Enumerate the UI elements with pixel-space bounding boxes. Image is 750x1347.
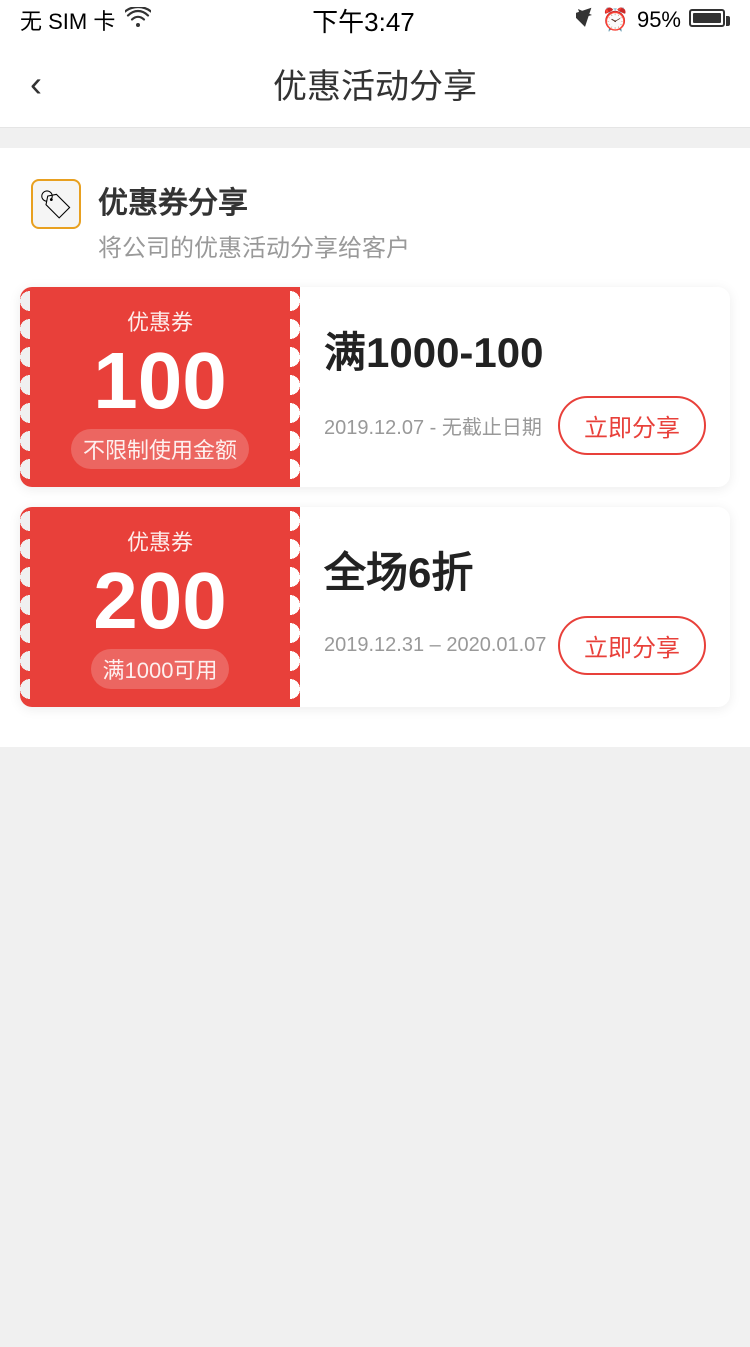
battery-icon: [689, 7, 730, 33]
nav-bar: ‹ 优惠活动分享: [0, 40, 750, 128]
coupon-value-2: 200: [93, 561, 226, 641]
coupon-condition-1: 不限制使用金额: [71, 429, 249, 469]
status-right: ⏰ 95%: [576, 7, 730, 33]
separator-top: [0, 128, 750, 148]
section-text: 优惠券分享 将公司的优惠活动分享给客户: [98, 178, 410, 263]
coupon-left-2: 优惠券 200 满1000可用: [20, 507, 300, 707]
back-button[interactable]: ‹: [30, 63, 42, 105]
coupon-icon: 🏷: [31, 179, 81, 229]
share-button-2[interactable]: 立即分享: [558, 616, 706, 675]
empty-area: [0, 747, 750, 1347]
coupon-label-2: 优惠券: [127, 525, 193, 557]
nav-title: 优惠活动分享: [273, 59, 477, 108]
coupon-card-2: 优惠券 200 满1000可用 全场6折 2019.12.31 – 2020.0…: [20, 507, 730, 707]
section-subtitle: 将公司的优惠活动分享给客户: [98, 228, 410, 263]
section-icon-wrapper: 🏷: [30, 178, 82, 230]
status-time: 下午3:47: [312, 2, 415, 39]
coupon-date-1: 2019.12.07 - 无截止日期: [324, 411, 542, 440]
status-left: 无 SIM 卡: [20, 4, 151, 36]
coupon-date-2: 2019.12.31 – 2020.01.07: [324, 634, 546, 657]
coupon-list: 优惠券 100 不限制使用金额 满1000-100 2019.12.07 - 无…: [0, 287, 750, 747]
coupon-name-1: 满1000-100: [324, 319, 706, 380]
coupon-label-1: 优惠券: [127, 305, 193, 337]
battery-percent: 95%: [637, 7, 681, 33]
section-title: 优惠券分享: [98, 178, 410, 222]
coupon-meta-2: 2019.12.31 – 2020.01.07 立即分享: [324, 616, 706, 675]
coupon-right-1: 满1000-100 2019.12.07 - 无截止日期 立即分享: [300, 287, 730, 487]
alarm-icon: ⏰: [602, 7, 629, 33]
coupon-value-1: 100: [93, 341, 226, 421]
carrier-text: 无 SIM 卡: [20, 4, 115, 36]
wifi-icon: [125, 7, 151, 33]
section-header: 🏷 优惠券分享 将公司的优惠活动分享给客户: [0, 148, 750, 287]
share-button-1[interactable]: 立即分享: [558, 396, 706, 455]
status-bar: 无 SIM 卡 下午3:47 ⏰ 95%: [0, 0, 750, 40]
coupon-left-1: 优惠券 100 不限制使用金额: [20, 287, 300, 487]
coupon-name-2: 全场6折: [324, 539, 706, 600]
location-icon: [576, 7, 594, 33]
coupon-meta-1: 2019.12.07 - 无截止日期 立即分享: [324, 396, 706, 455]
coupon-condition-2: 满1000可用: [91, 649, 230, 689]
coupon-right-2: 全场6折 2019.12.31 – 2020.01.07 立即分享: [300, 507, 730, 707]
coupon-card-1: 优惠券 100 不限制使用金额 满1000-100 2019.12.07 - 无…: [20, 287, 730, 487]
